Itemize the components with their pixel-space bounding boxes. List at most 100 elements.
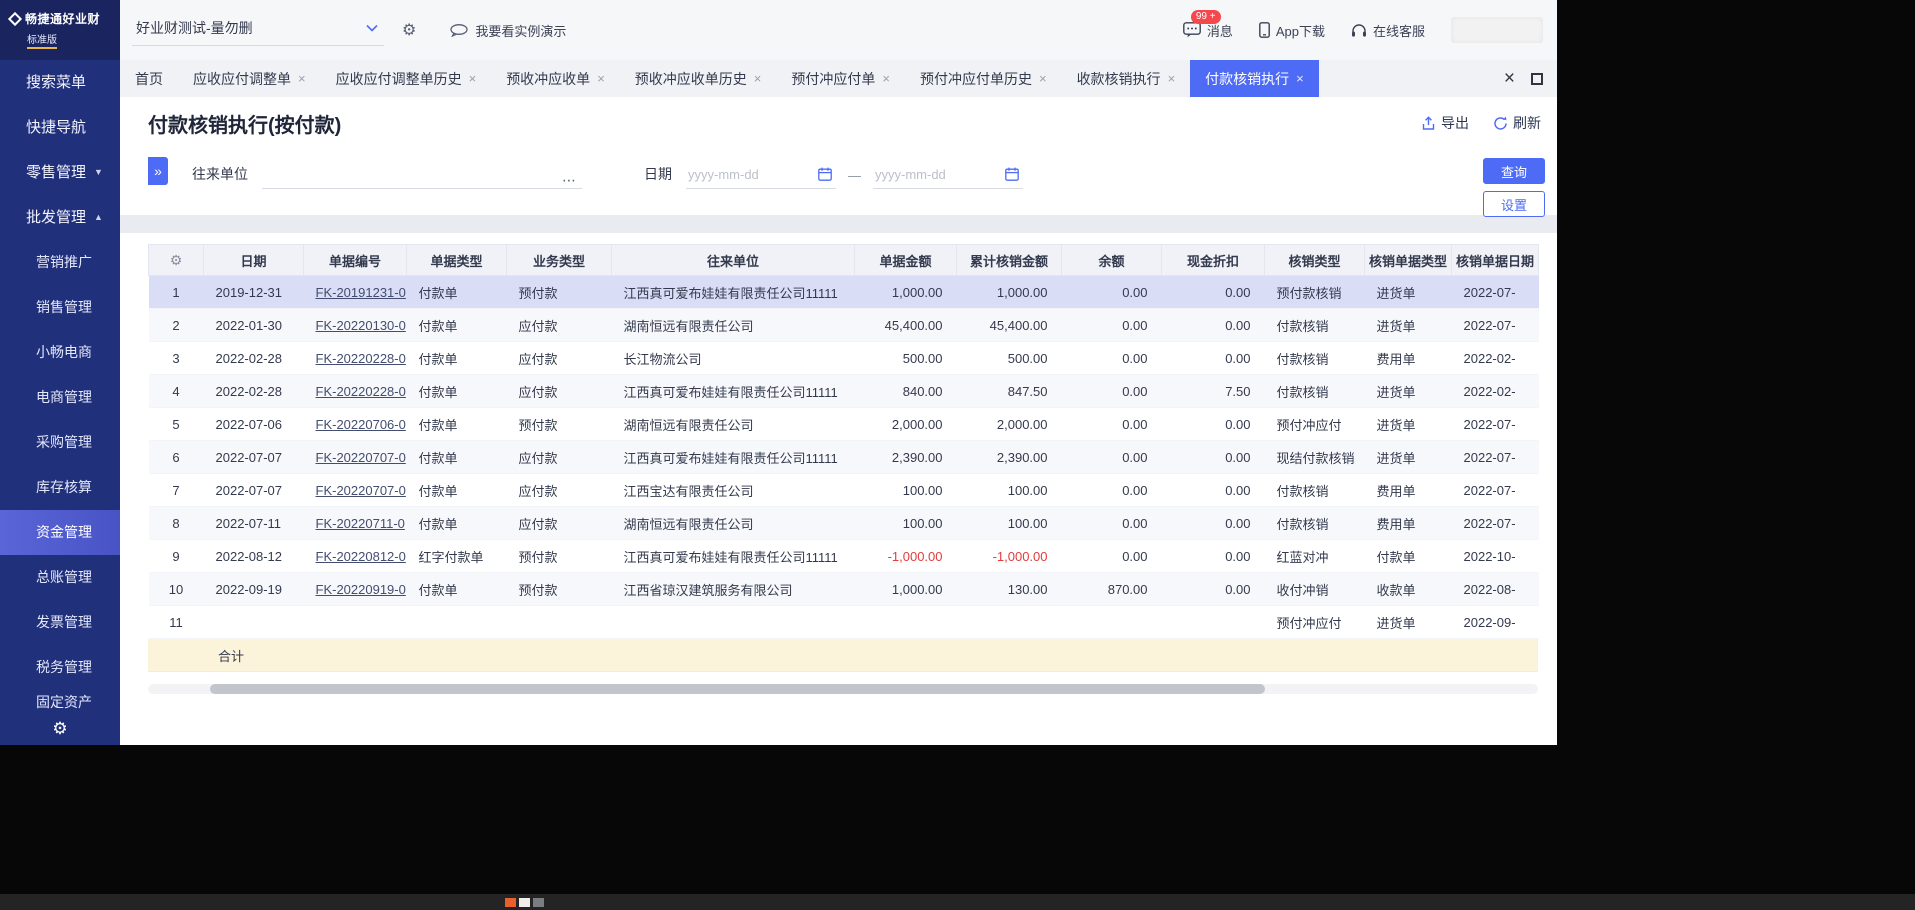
doc-number-link[interactable]: FK-20220706-0: [316, 417, 406, 432]
tab-收款核销执行[interactable]: 收款核销执行 ×: [1062, 60, 1191, 97]
tab-close-icon[interactable]: ×: [298, 71, 306, 86]
close-all-icon[interactable]: ×: [1504, 69, 1515, 88]
doc-number-link[interactable]: FK-20220130-0: [316, 318, 406, 333]
column-header[interactable]: 核销单据类型: [1364, 244, 1452, 276]
speech-bubble-icon: [450, 23, 468, 37]
refresh-button[interactable]: 刷新: [1493, 113, 1541, 133]
grid-settings-header[interactable]: ⚙: [148, 244, 204, 276]
partner-filter-input[interactable]: ⋯: [262, 163, 582, 189]
tab-应收应付调整单[interactable]: 应收应付调整单 ×: [178, 60, 321, 97]
cell-verify_doc_type: 进货单: [1364, 605, 1452, 639]
doc-number-link[interactable]: FK-20220711-0: [316, 516, 405, 531]
doc-number-link[interactable]: FK-20220919-0: [316, 582, 406, 597]
doc-number-link[interactable]: FK-20220707-0: [316, 483, 406, 498]
table-row[interactable]: 11 预付冲应付 进货单 2022-09-: [148, 605, 1539, 639]
tab-close-icon[interactable]: ×: [1296, 71, 1304, 86]
date-to-input[interactable]: yyyy-mm-dd: [873, 163, 1023, 189]
table-row[interactable]: 9 2022-08-12 FK-20220812-0 红字付款单 预付款 江西真可爱布娃娃…: [148, 539, 1539, 573]
sidebar-item-发票管理[interactable]: 发票管理: [0, 600, 120, 645]
table-row[interactable]: 7 2022-07-07 FK-20220707-0 付款单 应付款 江西宝达有限责任公司…: [148, 473, 1539, 507]
online-service-button[interactable]: 在线客服: [1351, 21, 1425, 40]
sidebar-item-税务管理[interactable]: 税务管理: [0, 645, 120, 690]
sidebar-item-电商管理[interactable]: 电商管理: [0, 375, 120, 420]
sidebar-item-销售管理[interactable]: 销售管理: [0, 285, 120, 330]
sidebar-item-营销推广[interactable]: 营销推广: [0, 240, 120, 285]
table-row[interactable]: 4 2022-02-28 FK-20220228-0 付款单 应付款 江西真可爱布娃娃有限…: [148, 374, 1539, 408]
tab-付款核销执行[interactable]: 付款核销执行 ×: [1190, 60, 1319, 97]
lookup-more-icon[interactable]: ⋯: [562, 173, 576, 187]
cell-verify_type: 付款核销: [1264, 341, 1365, 375]
doc-number-link[interactable]: FK-20191231-0: [316, 285, 406, 300]
settings-button[interactable]: 设置: [1483, 191, 1545, 217]
column-header[interactable]: 累计核销金额: [956, 244, 1062, 276]
tab-预收冲应收单历史[interactable]: 预收冲应收单历史 ×: [620, 60, 777, 97]
app-download-button[interactable]: App下载: [1258, 21, 1325, 40]
column-header[interactable]: 核销类型: [1264, 244, 1365, 276]
sidebar-item-小畅电商[interactable]: 小畅电商: [0, 330, 120, 375]
column-header[interactable]: 往来单位: [611, 244, 855, 276]
sidebar-item-固定资产[interactable]: 固定资产: [0, 690, 120, 714]
tab-预收冲应收单[interactable]: 预收冲应收单 ×: [491, 60, 620, 97]
table-row[interactable]: 5 2022-07-06 FK-20220706-0 付款单 预付款 湖南恒远有限责任公司…: [148, 407, 1539, 441]
sidebar-item-资金管理[interactable]: 资金管理: [0, 510, 120, 555]
date-from-input[interactable]: yyyy-mm-dd: [686, 163, 836, 189]
table-row[interactable]: 6 2022-07-07 FK-20220707-0 付款单 应付款 江西真可爱布娃娃有限…: [148, 440, 1539, 474]
taskbar-icon[interactable]: [505, 897, 544, 907]
expand-filter-button[interactable]: »: [148, 157, 168, 185]
fullscreen-icon[interactable]: [1531, 72, 1543, 85]
table-row[interactable]: 1 2019-12-31 FK-20191231-0 付款单 预付款 江西真可爱布娃娃有限…: [148, 275, 1539, 309]
sidebar-settings-gear-icon[interactable]: ⚙: [0, 719, 120, 739]
column-header[interactable]: 核销单据日期: [1451, 244, 1539, 276]
column-header[interactable]: 单据金额: [854, 244, 957, 276]
sidebar-item-总账管理[interactable]: 总账管理: [0, 555, 120, 600]
column-header[interactable]: 日期: [203, 244, 304, 276]
scrollbar-thumb[interactable]: [210, 684, 1265, 694]
tab-close-icon[interactable]: ×: [1168, 71, 1176, 86]
tab-预付冲应付单历史[interactable]: 预付冲应付单历史 ×: [905, 60, 1062, 97]
sidebar-item-采购管理[interactable]: 采购管理: [0, 420, 120, 465]
doc-number-link[interactable]: FK-20220228-0: [316, 384, 406, 399]
sidebar-item-快捷导航[interactable]: 快捷导航: [0, 105, 120, 150]
doc-number-link[interactable]: FK-20220707-0: [316, 450, 406, 465]
tab-预付冲应付单[interactable]: 预付冲应付单 ×: [776, 60, 905, 97]
table-row[interactable]: 2 2022-01-30 FK-20220130-0 付款单 应付款 湖南恒远有限责任公司…: [148, 308, 1539, 342]
cell-partner: 江西省琼汉建筑服务有限公司: [611, 572, 855, 606]
tab-首页[interactable]: 首页: [120, 60, 178, 97]
column-header[interactable]: 现金折扣: [1161, 244, 1265, 276]
tab-close-icon[interactable]: ×: [754, 71, 762, 86]
sidebar-item-库存核算[interactable]: 库存核算: [0, 465, 120, 510]
sidebar-item-批发管理[interactable]: 批发管理 ▲: [0, 195, 120, 240]
tab-close-icon[interactable]: ×: [469, 71, 477, 86]
cell-doc_type: 红字付款单: [406, 539, 507, 573]
column-header[interactable]: 余额: [1061, 244, 1162, 276]
sidebar-item-零售管理[interactable]: 零售管理 ▼: [0, 150, 120, 195]
export-button[interactable]: 导出: [1421, 113, 1469, 133]
calendar-icon[interactable]: [818, 167, 832, 181]
column-header[interactable]: 单据类型: [406, 244, 507, 276]
tab-close-icon[interactable]: ×: [882, 71, 890, 86]
tab-close-icon[interactable]: ×: [1039, 71, 1047, 86]
table-row[interactable]: 8 2022-07-11 FK-20220711-0 付款单 应付款 湖南恒远有限责任公司…: [148, 506, 1539, 540]
table-row[interactable]: 10 2022-09-19 FK-20220919-0 付款单 预付款 江西省琼汉建筑服务…: [148, 572, 1539, 606]
cell-doc_type: 付款单: [406, 275, 507, 309]
table-row[interactable]: 3 2022-02-28 FK-20220228-0 付款单 应付款 长江物流公司 500.…: [148, 341, 1539, 375]
doc-number-link[interactable]: FK-20220812-0: [316, 549, 406, 564]
cell-doc_no: FK-20220228-0: [303, 374, 407, 408]
column-header[interactable]: 业务类型: [506, 244, 612, 276]
search-button[interactable]: 查询: [1483, 158, 1545, 184]
tab-close-icon[interactable]: ×: [597, 71, 605, 86]
messages-button[interactable]: 99 + 消息: [1182, 9, 1233, 40]
org-selector[interactable]: 好业财测试-量勿删: [132, 14, 384, 46]
tab-应收应付调整单历史[interactable]: 应收应付调整单历史 ×: [321, 60, 492, 97]
settings-gear-icon[interactable]: ⚙: [402, 20, 416, 40]
sidebar-item-搜索菜单[interactable]: 搜索菜单: [0, 60, 120, 105]
brand-edition: 标准版: [27, 31, 57, 49]
cell-doc_type: 付款单: [406, 407, 507, 441]
brand-title: 畅捷通好业财: [25, 12, 101, 26]
demo-link[interactable]: 我要看实例演示: [450, 21, 566, 40]
doc-number-link[interactable]: FK-20220228-0: [316, 351, 406, 366]
user-name-redacted[interactable]: [1451, 17, 1543, 43]
calendar-icon[interactable]: [1005, 167, 1019, 181]
cell-verify_date: 2022-07-: [1451, 275, 1539, 309]
column-header[interactable]: 单据编号: [303, 244, 407, 276]
